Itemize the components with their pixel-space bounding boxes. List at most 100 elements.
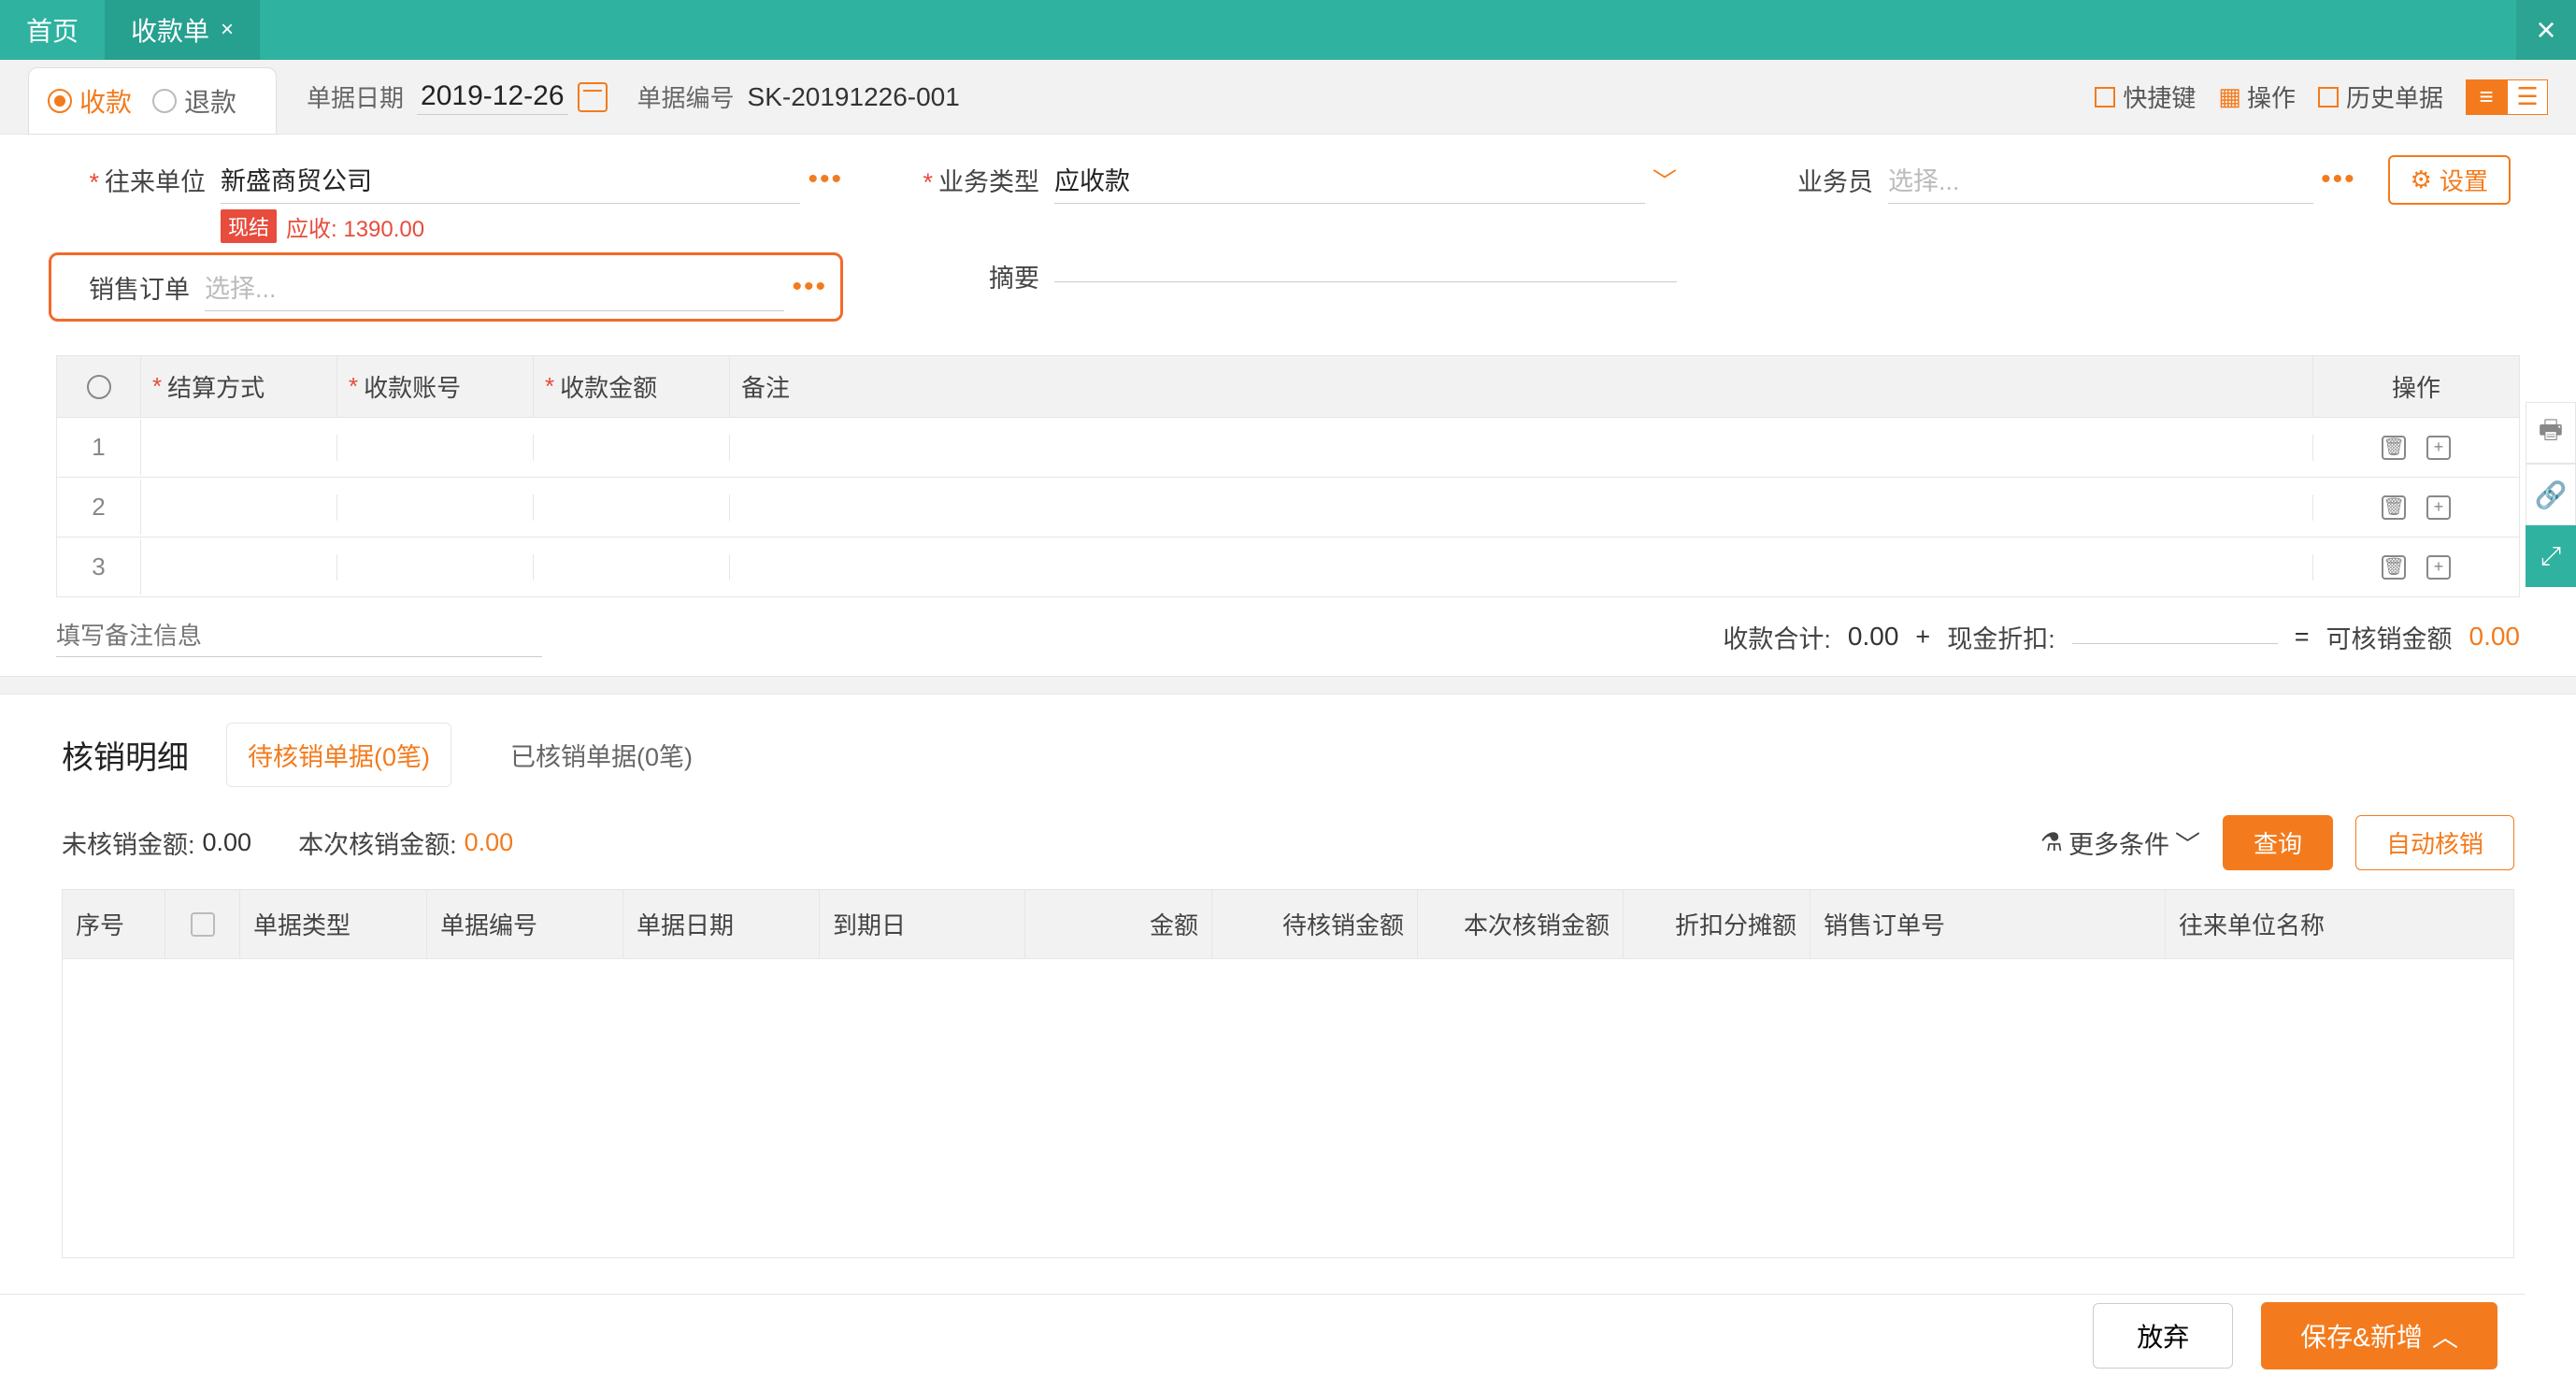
unwritten-label: 未核销金额: [62,824,195,861]
save-and-new-button[interactable]: 保存&新增 ︿ [2261,1302,2497,1369]
add-row-icon[interactable]: + [2426,555,2451,580]
notes-input[interactable] [56,616,542,657]
cell-account[interactable] [337,554,534,580]
calendar-icon[interactable] [578,82,608,112]
print-icon[interactable]: 🖶 [2526,402,2576,464]
link-label: 操作 [2247,79,2296,114]
unwritten-value: 0.00 [203,828,252,857]
close-icon[interactable]: × [221,17,234,43]
plus-sign: + [1915,623,1930,652]
expand-icon[interactable]: ⤢ [2526,525,2576,587]
radio-icon [48,89,72,113]
delete-row-icon[interactable]: 🗑 [2382,495,2406,520]
view-list-button[interactable]: ≡ [2466,79,2507,115]
link-icon[interactable]: 🔗 [2526,464,2576,525]
filter-icon: ⚗ [2040,828,2063,857]
col-disc: 折扣分摊额 [1624,890,1810,958]
settings-button[interactable]: ⚙ 设置 [2388,155,2511,205]
total-label: 收款合计: [1723,619,1831,655]
tab-pending[interactable]: 待核销单据(0笔) [226,723,451,787]
col-method: *结算方式 [141,356,337,417]
cell-account[interactable] [337,435,534,461]
writeoff-title: 核销明细 [62,732,189,778]
view-grid-button[interactable]: ☰ [2507,79,2548,115]
doc-date-value[interactable]: 2019-12-26 [417,79,567,115]
top-tab-receipt[interactable]: 收款单 × [105,0,260,60]
gear-column-header[interactable] [57,356,141,417]
doc-date-group: 单据日期 2019-12-26 [307,79,607,115]
field-label: 业务员 [1733,162,1873,198]
customer-field: *往来单位 新盛商贸公司 ••• [65,155,843,204]
ellipsis-icon[interactable]: ••• [792,271,827,303]
cell-account[interactable] [337,494,534,521]
col-seq: 序号 [63,890,165,958]
add-row-icon[interactable]: + [2426,436,2451,460]
cell-ops: 🗑 + [2313,482,2519,533]
add-row-icon[interactable]: + [2426,495,2451,520]
summary-input[interactable] [1054,270,1677,282]
radio-label: 退款 [184,82,236,120]
col-pend: 待核销金额 [1212,890,1418,958]
payment-row[interactable]: 3 🗑 + [57,538,2519,597]
sales-order-input[interactable]: 选择... [205,263,784,311]
radio-receipt[interactable]: 收款 [48,82,132,120]
cell-method[interactable] [141,494,337,521]
salesperson-field: 业务员 选择... ••• [1733,155,2356,204]
writeoff-header: 核销明细 待核销单据(0笔) 已核销单据(0笔) [62,723,2514,787]
totals-row: 收款合计: 0.00 + 现金折扣: = 可核销金额 0.00 [0,597,2576,676]
auto-writeoff-button[interactable]: 自动核销 [2355,815,2514,870]
delete-row-icon[interactable]: 🗑 [2382,436,2406,460]
label: 更多条件 [2068,824,2169,861]
row-seq: 3 [57,539,141,595]
col-operations: 操作 [2313,356,2519,417]
this-writeoff-label: 本次核销金额: [298,824,457,861]
cell-ops: 🗑 + [2313,542,2519,593]
delete-row-icon[interactable]: 🗑 [2382,555,2406,580]
window-close-button[interactable]: × [2516,0,2576,60]
chevron-down-icon: ﹀ [2175,824,2200,861]
operate-link[interactable]: ▦ 操作 [2218,79,2296,114]
customer-input[interactable]: 新盛商贸公司 [221,155,800,204]
more-conditions-button[interactable]: ⚗ 更多条件 ﹀ [2040,824,2200,861]
cell-amount[interactable] [534,494,730,521]
ellipsis-icon[interactable]: ••• [808,164,843,195]
chevron-down-icon[interactable]: ﹀ [1653,163,1677,197]
cell-amount[interactable] [534,554,730,580]
col-date: 单据日期 [623,890,820,958]
biztype-field: *业务类型 应收款 ﹀ [899,155,1677,204]
discard-button[interactable]: 放弃 [2093,1303,2233,1369]
field-label: *业务类型 [899,162,1039,198]
cell-method[interactable] [141,435,337,461]
writeoff-table-body [62,959,2514,1258]
col-cur: 本次核销金额 [1418,890,1624,958]
doc-number-group: 单据编号 SK-20191226-001 [637,79,960,114]
payment-row[interactable]: 2 🗑 + [57,478,2519,538]
writeoff-table-header: 序号 单据类型 单据编号 单据日期 到期日 金额 待核销金额 本次核销金额 折扣… [62,889,2514,959]
view-toggle: ≡ ☰ [2466,79,2548,115]
avail-value: 0.00 [2469,622,2521,652]
salesperson-input[interactable]: 选择... [1888,155,2313,204]
query-button[interactable]: 查询 [2223,815,2333,870]
total-value: 0.00 [1848,622,1899,652]
cell-method[interactable] [141,554,337,580]
col-order: 销售订单号 [1810,890,2166,958]
history-link[interactable]: 历史单据 [2318,79,2443,114]
radio-refund[interactable]: 退款 [152,82,236,120]
col-note: 备注 [730,356,2313,417]
cell-note[interactable] [730,435,2313,461]
balance-text: 应收: 1390.00 [286,210,424,243]
cell-amount[interactable] [534,435,730,461]
discount-input[interactable] [2072,629,2278,644]
col-checkbox[interactable] [165,890,240,958]
cell-note[interactable] [730,554,2313,580]
cell-ops: 🗑 + [2313,423,2519,473]
ellipsis-icon[interactable]: ••• [2321,164,2356,195]
checkbox-icon[interactable] [191,912,215,937]
equals-sign: = [2295,623,2310,652]
payment-row[interactable]: 1 🗑 + [57,418,2519,478]
tab-done[interactable]: 已核销单据(0笔) [489,723,714,787]
cell-note[interactable] [730,494,2313,521]
shortcut-link[interactable]: 快捷键 [2095,79,2196,114]
top-tab-home[interactable]: 首页 [0,0,105,60]
biztype-input[interactable]: 应收款 [1054,155,1645,204]
